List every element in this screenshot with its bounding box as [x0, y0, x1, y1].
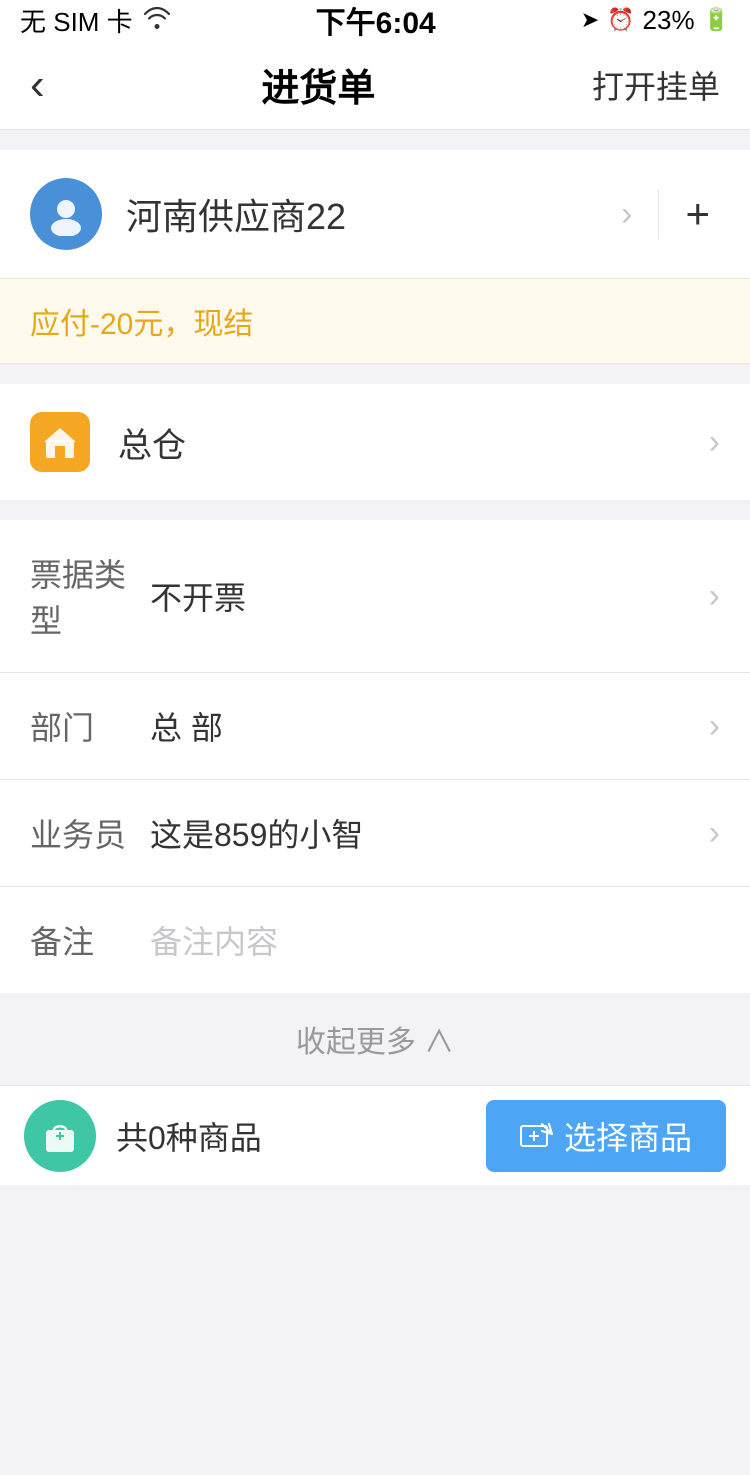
product-count: 共0种商品: [116, 1113, 486, 1159]
ticket-value: 不开票: [150, 573, 709, 619]
select-product-label: 选择商品: [564, 1113, 692, 1159]
supplier-row[interactable]: 河南供应商22 › +: [0, 150, 750, 278]
open-pending-button[interactable]: 打开挂单: [592, 62, 720, 108]
ticket-row[interactable]: 票据类型 不开票 ›: [0, 520, 750, 672]
page-title: 进货单: [261, 57, 375, 112]
product-icon: [24, 1100, 96, 1172]
ticket-label: 票据类型: [30, 550, 150, 642]
divider-1: [0, 364, 750, 384]
back-button[interactable]: ‹: [30, 60, 45, 110]
supplier-chevron-icon: ›: [621, 195, 632, 234]
nav-bar: ‹ 进货单 打开挂单: [0, 40, 750, 130]
battery-text: 23%: [643, 5, 695, 36]
warehouse-chevron-icon: ›: [709, 423, 720, 462]
warehouse-name: 总仓: [118, 418, 709, 467]
alarm-icon: ⏰: [607, 7, 634, 33]
collapse-row[interactable]: 收起更多 ∧: [0, 993, 750, 1085]
staff-row[interactable]: 业务员 这是859的小智 ›: [0, 779, 750, 886]
bottom-gray-area: [0, 1185, 750, 1475]
supplier-divider: [658, 189, 659, 239]
dept-label: 部门: [30, 703, 150, 749]
battery-icon: 🔋: [703, 7, 730, 33]
dept-chevron-icon: ›: [709, 707, 720, 746]
divider-2: [0, 500, 750, 520]
warehouse-row[interactable]: 总仓 ›: [0, 384, 750, 500]
note-row: 备注 备注内容: [0, 886, 750, 993]
status-left: 无 SIM 卡: [20, 2, 171, 39]
status-right: ➤ ⏰ 23% 🔋: [581, 5, 730, 36]
notice-text: 应付-20元，现结: [30, 308, 253, 341]
staff-chevron-icon: ›: [709, 814, 720, 853]
supplier-name: 河南供应商22: [126, 188, 621, 240]
staff-label: 业务员: [30, 810, 150, 856]
dept-row[interactable]: 部门 总 部 ›: [0, 672, 750, 779]
select-product-button[interactable]: 选择商品: [486, 1100, 726, 1172]
supplier-avatar: [30, 178, 102, 250]
location-icon: ➤: [581, 7, 599, 33]
bottom-bar: 共0种商品 选择商品: [0, 1085, 750, 1185]
status-bar: 无 SIM 卡 下午6:04 ➤ ⏰ 23% 🔋: [0, 0, 750, 40]
carrier-text: 无 SIM 卡: [20, 2, 133, 39]
note-label: 备注: [30, 917, 150, 963]
status-time: 下午6:04: [316, 0, 436, 42]
notice-banner: 应付-20元，现结: [0, 278, 750, 364]
top-divider: [0, 130, 750, 150]
collapse-text: 收起更多 ∧: [296, 1017, 454, 1061]
staff-value: 这是859的小智: [150, 810, 709, 856]
add-button[interactable]: +: [675, 190, 720, 238]
warehouse-icon: [30, 412, 90, 472]
note-input[interactable]: 备注内容: [150, 917, 720, 963]
wifi-icon: [143, 5, 171, 36]
warehouse-section: 总仓 ›: [0, 384, 750, 500]
dept-value: 总 部: [150, 703, 709, 749]
supplier-section: 河南供应商22 › + 应付-20元，现结: [0, 150, 750, 364]
form-section: 票据类型 不开票 › 部门 总 部 › 业务员 这是859的小智 › 备注 备注…: [0, 520, 750, 993]
ticket-chevron-icon: ›: [709, 577, 720, 616]
